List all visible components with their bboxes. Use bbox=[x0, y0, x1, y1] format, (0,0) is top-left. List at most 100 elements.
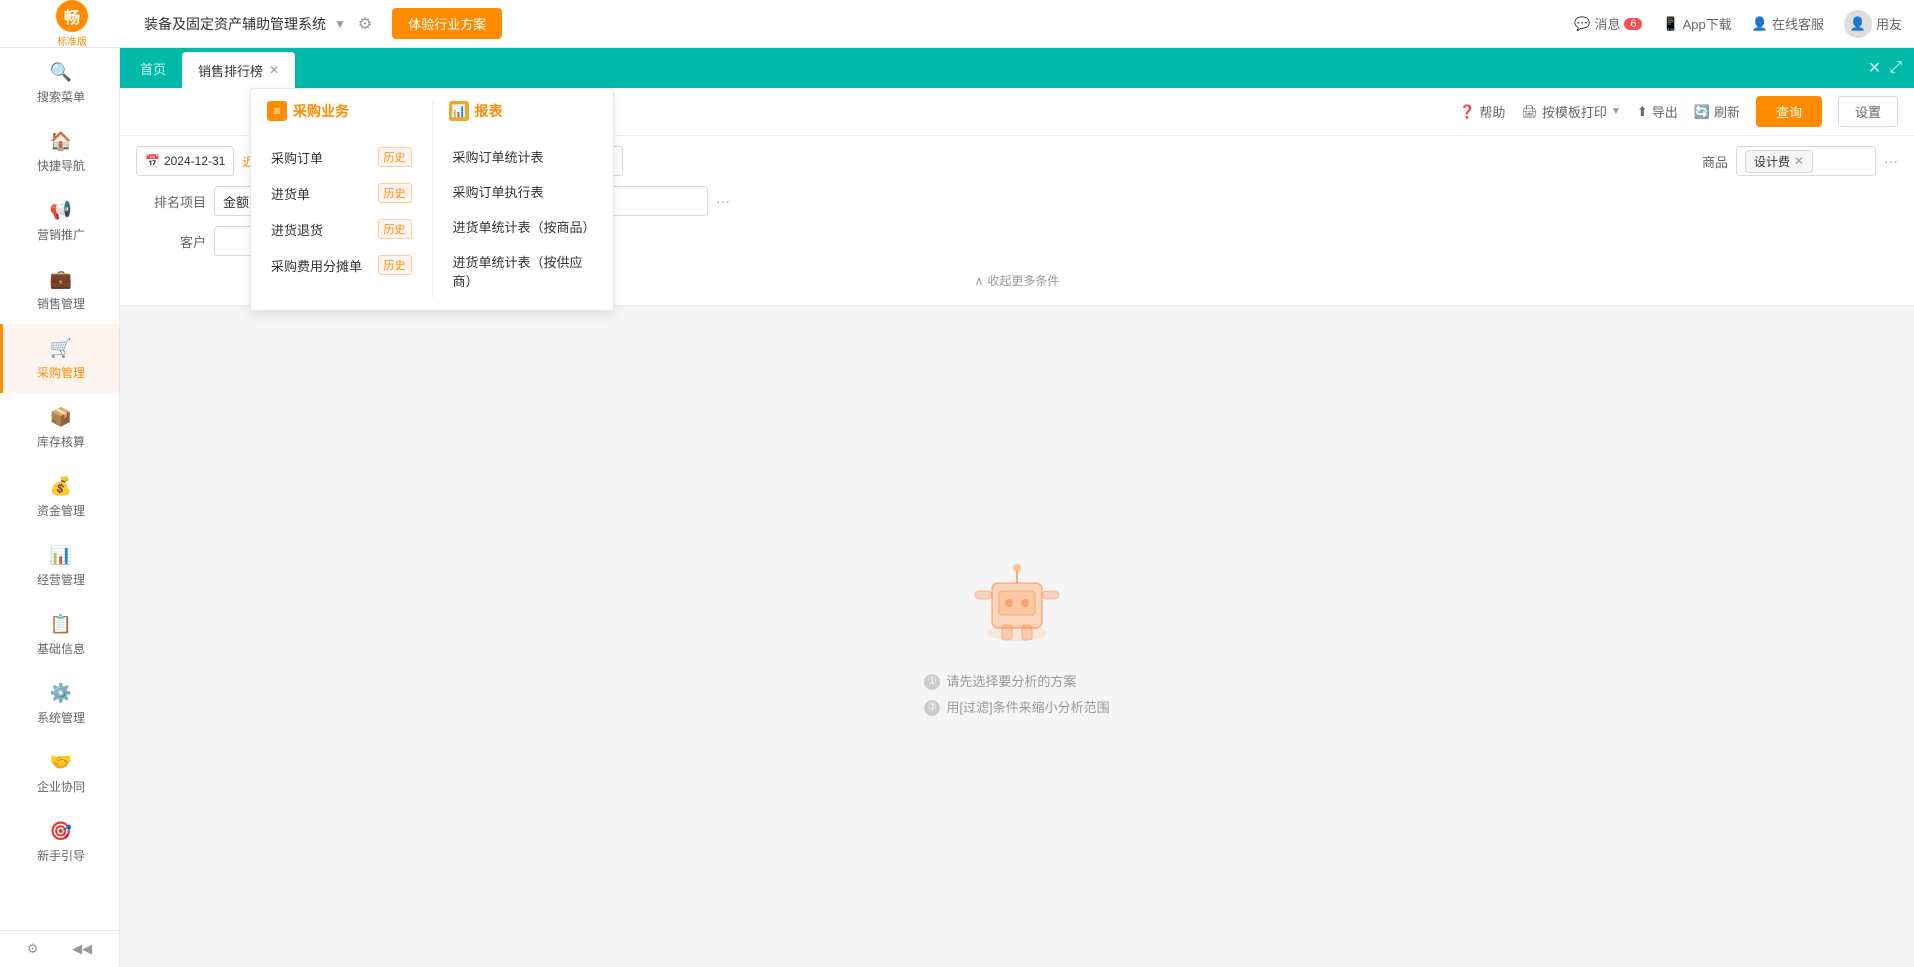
tab-bar-actions: ✕ ⤢ bbox=[1868, 58, 1910, 78]
po-history-tag: 历史 bbox=[378, 147, 412, 167]
empty-step-2: ② 用[过滤]条件来缩小分析范围 bbox=[924, 695, 1109, 721]
messages-label: 消息 bbox=[1594, 14, 1620, 33]
settings-gear-icon[interactable]: ⚙ bbox=[358, 14, 372, 34]
basic-info-icon: 📋 bbox=[49, 612, 73, 636]
inbound-label: 进货单 bbox=[271, 184, 310, 203]
refresh-icon: 🔄 bbox=[1694, 104, 1710, 120]
sidebar-item-operations[interactable]: 📊 经营管理 bbox=[0, 531, 119, 600]
goods-more-btn[interactable]: ··· bbox=[1884, 153, 1898, 169]
sidebar-label-operations: 经营管理 bbox=[37, 571, 85, 588]
sidebar-item-search[interactable]: 🔍 搜索菜单 bbox=[0, 48, 119, 117]
step-2-num: ② bbox=[924, 700, 940, 716]
purchase-icon: 🛒 bbox=[49, 336, 73, 360]
report-chart-icon: 📊 bbox=[451, 104, 466, 118]
customer-label: 客户 bbox=[136, 232, 206, 251]
sidebar-item-finance[interactable]: 💰 资金管理 bbox=[0, 462, 119, 531]
phone-icon: 📱 bbox=[1662, 16, 1678, 32]
sidebar-collapse-icon[interactable]: ◀◀ bbox=[72, 941, 92, 957]
tab-sales-rank-label: 销售排行榜 bbox=[198, 61, 263, 80]
date-range-input[interactable]: 📅 2024-12-31 bbox=[136, 146, 234, 176]
purchase-col-icon: ≡ bbox=[267, 101, 287, 121]
collapse-label: 收起更多条件 bbox=[987, 272, 1059, 289]
print-icon: 🖨 bbox=[1521, 104, 1538, 120]
date-value: 2024-12-31 bbox=[164, 154, 225, 168]
dropdown-purchase-header: ≡ 采购业务 bbox=[267, 101, 416, 129]
sidebar-label-enterprise: 企业协同 bbox=[37, 778, 85, 795]
tab-close-all-icon[interactable]: ✕ bbox=[1868, 58, 1881, 78]
expense-label: 采购费用分摊单 bbox=[271, 256, 362, 275]
inbound-goods-label: 进货单统计表（按商品） bbox=[453, 217, 594, 236]
operations-icon: 📊 bbox=[49, 543, 73, 567]
enterprise-icon: 🤝 bbox=[49, 750, 73, 774]
header-right: 💬 消息 6 📱 App下载 👤 在线客服 👤 用友 bbox=[1574, 10, 1902, 38]
sidebar-bottom: ⚙ ◀◀ bbox=[0, 930, 119, 967]
dropdown-item-inbound-supplier[interactable]: 进货单统计表（按供应商） bbox=[449, 244, 598, 298]
sidebar-item-purchase[interactable]: 🛒 采购管理 bbox=[0, 324, 119, 393]
dropdown-item-inbound[interactable]: 进货单 历史 bbox=[267, 175, 416, 211]
tab-sales-rank[interactable]: 销售排行榜 ✕ bbox=[182, 52, 295, 88]
app-download-btn[interactable]: 📱 App下载 bbox=[1662, 14, 1731, 33]
tab-bar: 首页 销售排行榜 ✕ ✕ ⤢ bbox=[120, 48, 1914, 88]
sidebar-item-basic-info[interactable]: 📋 基础信息 bbox=[0, 600, 119, 669]
dropdown-item-inbound-goods[interactable]: 进货单统计表（按商品） bbox=[449, 209, 598, 244]
search-icon: 🔍 bbox=[49, 60, 73, 84]
sidebar-item-quick-nav[interactable]: 🏠 快捷导航 bbox=[0, 117, 119, 186]
trial-btn[interactable]: 体验行业方案 bbox=[392, 8, 502, 39]
main-layout: 🔍 搜索菜单 🏠 快捷导航 📢 营销推广 💼 销售管理 🛒 采购管理 📦 库存核… bbox=[0, 48, 1914, 967]
dropdown-item-po-exec[interactable]: 采购订单执行表 bbox=[449, 174, 598, 209]
help-icon: ❓ bbox=[1459, 104, 1475, 120]
goods-input[interactable]: 设计费 ✕ bbox=[1736, 146, 1876, 176]
dropdown-item-po-stat[interactable]: 采购订单统计表 bbox=[449, 139, 598, 174]
dropdown-item-po[interactable]: 采购订单 历史 bbox=[267, 139, 416, 175]
system-icon: ⚙️ bbox=[49, 681, 73, 705]
refresh-btn[interactable]: 🔄 刷新 bbox=[1694, 102, 1740, 121]
online-service-btn[interactable]: 👤 在线客服 bbox=[1752, 14, 1824, 33]
purchase-header-label: 采购业务 bbox=[293, 101, 349, 121]
sidebar-settings-icon[interactable]: ⚙ bbox=[27, 941, 39, 957]
inbound-history-tag: 历史 bbox=[378, 183, 412, 203]
dropdown-item-expense[interactable]: 采购费用分摊单 历史 bbox=[267, 247, 416, 283]
refresh-label: 刷新 bbox=[1714, 102, 1740, 121]
goods-tag-remove[interactable]: ✕ bbox=[1794, 154, 1804, 168]
tab-home[interactable]: 首页 bbox=[124, 48, 182, 88]
settings-button[interactable]: 设置 bbox=[1838, 96, 1898, 127]
header-system-title: 装备及固定资产辅助管理系统 ▼ ⚙ 体验行业方案 bbox=[132, 8, 1574, 39]
sidebar-item-inventory[interactable]: 📦 库存核算 bbox=[0, 393, 119, 462]
tab-close-icon[interactable]: ✕ bbox=[269, 63, 279, 77]
return-history-tag: 历史 bbox=[378, 219, 412, 239]
sidebar-item-guide[interactable]: 🎯 新手引导 bbox=[0, 807, 119, 876]
print-dropdown-icon[interactable]: ▼ bbox=[1611, 106, 1621, 117]
sidebar-item-system[interactable]: ⚙️ 系统管理 bbox=[0, 669, 119, 738]
app-download-label: App下载 bbox=[1683, 14, 1732, 33]
message-icon: 💬 bbox=[1574, 16, 1590, 32]
messages-btn[interactable]: 💬 消息 6 bbox=[1574, 14, 1642, 33]
sales-icon: 💼 bbox=[49, 267, 73, 291]
sidebar-label-system: 系统管理 bbox=[37, 709, 85, 726]
empty-text: ① 请先选择要分析的方案 ② 用[过滤]条件来缩小分析范围 bbox=[924, 669, 1109, 721]
empty-illustration bbox=[957, 553, 1077, 653]
sidebar-label-marketing: 营销推广 bbox=[37, 226, 85, 243]
salesperson-more-btn[interactable]: ··· bbox=[716, 193, 730, 209]
user-area[interactable]: 👤 用友 bbox=[1844, 10, 1902, 38]
sidebar-item-sales[interactable]: 💼 销售管理 bbox=[0, 255, 119, 324]
goods-field: 商品 设计费 ✕ ··· bbox=[1658, 146, 1898, 176]
return-label: 进货退货 bbox=[271, 220, 323, 239]
sidebar-label-guide: 新手引导 bbox=[37, 847, 85, 864]
dropdown-item-return[interactable]: 进货退货 历史 bbox=[267, 211, 416, 247]
help-btn[interactable]: ❓ 帮助 bbox=[1459, 102, 1505, 121]
print-btn[interactable]: 🖨 按模板打印 ▼ bbox=[1521, 102, 1620, 121]
po-stat-label: 采购订单统计表 bbox=[453, 147, 544, 166]
query-button[interactable]: 查询 bbox=[1756, 96, 1822, 127]
messages-badge: 6 bbox=[1624, 18, 1642, 30]
tab-fullscreen-icon[interactable]: ⤢ bbox=[1889, 59, 1902, 77]
sidebar-item-enterprise[interactable]: 🤝 企业协同 bbox=[0, 738, 119, 807]
dropdown-report-header: 📊 报表 bbox=[449, 101, 598, 129]
dropdown-arrow-icon[interactable]: ▼ bbox=[334, 17, 346, 31]
sidebar-item-marketing[interactable]: 📢 营销推广 bbox=[0, 186, 119, 255]
online-service-label: 在线客服 bbox=[1772, 14, 1824, 33]
logo-area: 畅 标准版 bbox=[12, 0, 132, 48]
sidebar-label-basic-info: 基础信息 bbox=[37, 640, 85, 657]
export-btn[interactable]: ⬆ 导出 bbox=[1637, 102, 1678, 121]
content-main: ① 请先选择要分析的方案 ② 用[过滤]条件来缩小分析范围 bbox=[120, 306, 1914, 967]
step-2-text: 用[过滤]条件来缩小分析范围 bbox=[946, 695, 1109, 721]
